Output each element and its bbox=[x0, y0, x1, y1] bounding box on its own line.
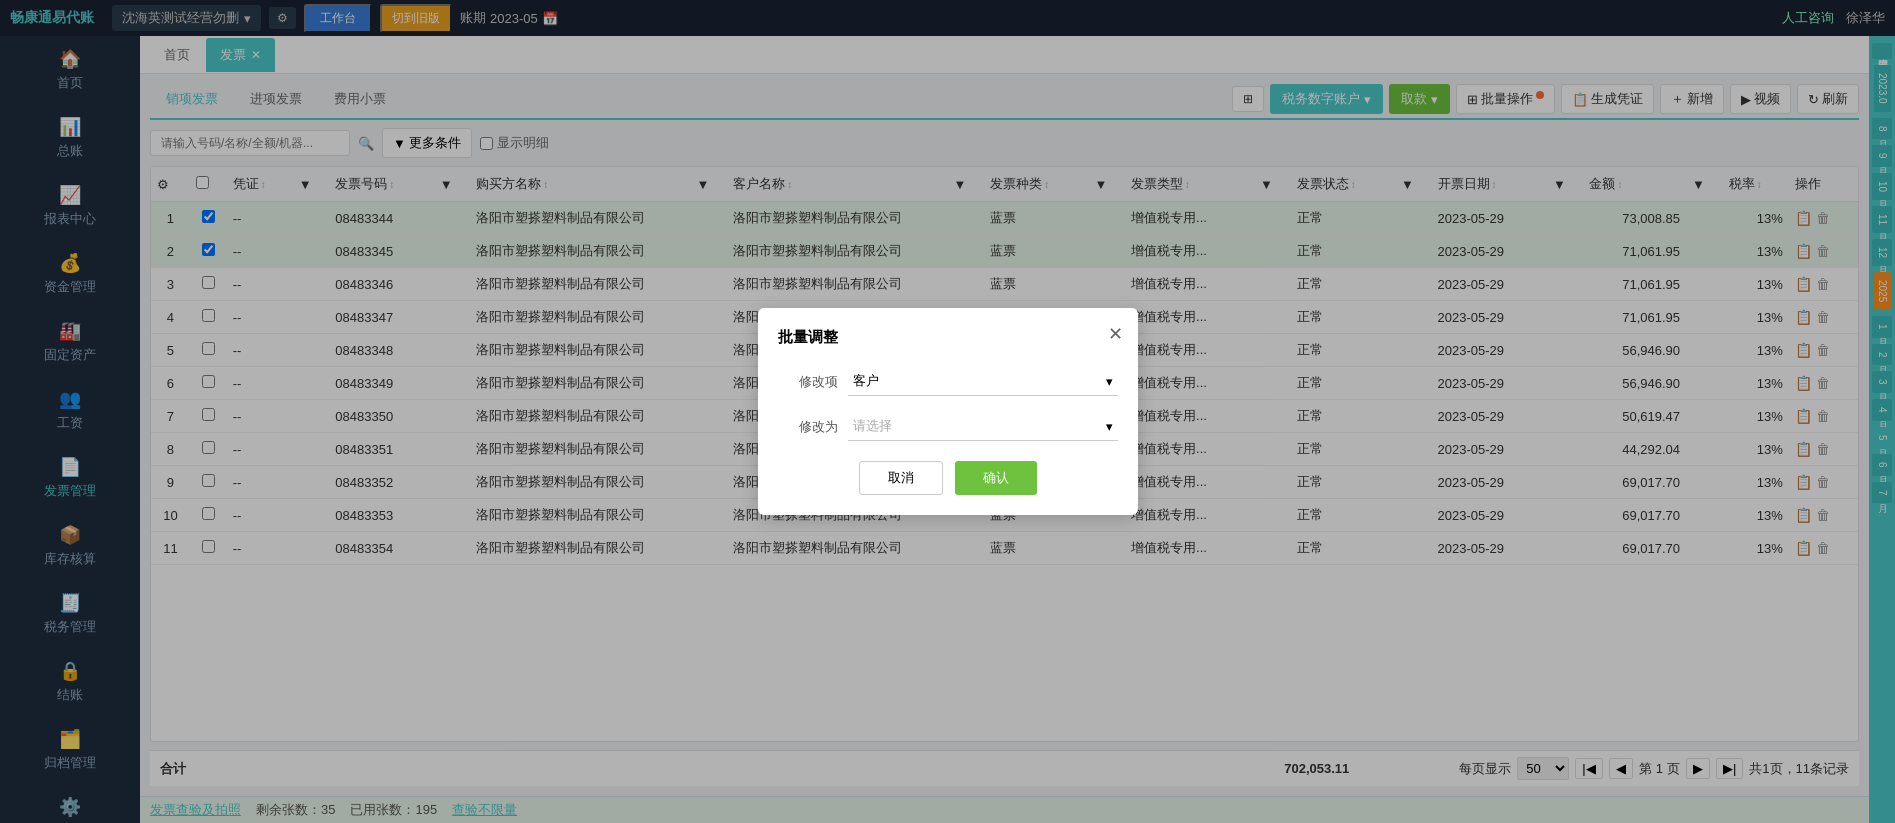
batch-adjust-modal: 批量调整 ✕ 修改项 客户 ▾ 修改为 请选择 ▾ 取消 确认 bbox=[758, 308, 1138, 515]
field-value: 客户 bbox=[853, 372, 879, 390]
modify-field-label: 修改项 bbox=[778, 373, 838, 391]
value-placeholder: 请选择 bbox=[853, 417, 892, 435]
modal-footer: 取消 确认 bbox=[778, 461, 1118, 495]
modal-cancel-btn[interactable]: 取消 bbox=[859, 461, 943, 495]
modal-overlay[interactable]: 批量调整 ✕ 修改项 客户 ▾ 修改为 请选择 ▾ 取消 确认 bbox=[0, 0, 1895, 823]
modify-value-select[interactable]: 请选择 ▾ bbox=[848, 412, 1118, 441]
modal-value-row: 修改为 请选择 ▾ bbox=[778, 412, 1118, 441]
modal-close-btn[interactable]: ✕ bbox=[1108, 323, 1123, 345]
modify-value-label: 修改为 bbox=[778, 418, 838, 436]
field-dropdown-icon: ▾ bbox=[1106, 374, 1113, 389]
modal-confirm-btn[interactable]: 确认 bbox=[955, 461, 1037, 495]
modal-field-row: 修改项 客户 ▾ bbox=[778, 367, 1118, 396]
value-dropdown-icon: ▾ bbox=[1106, 419, 1113, 434]
modify-field-select[interactable]: 客户 ▾ bbox=[848, 367, 1118, 396]
modal-title: 批量调整 bbox=[778, 328, 1118, 347]
